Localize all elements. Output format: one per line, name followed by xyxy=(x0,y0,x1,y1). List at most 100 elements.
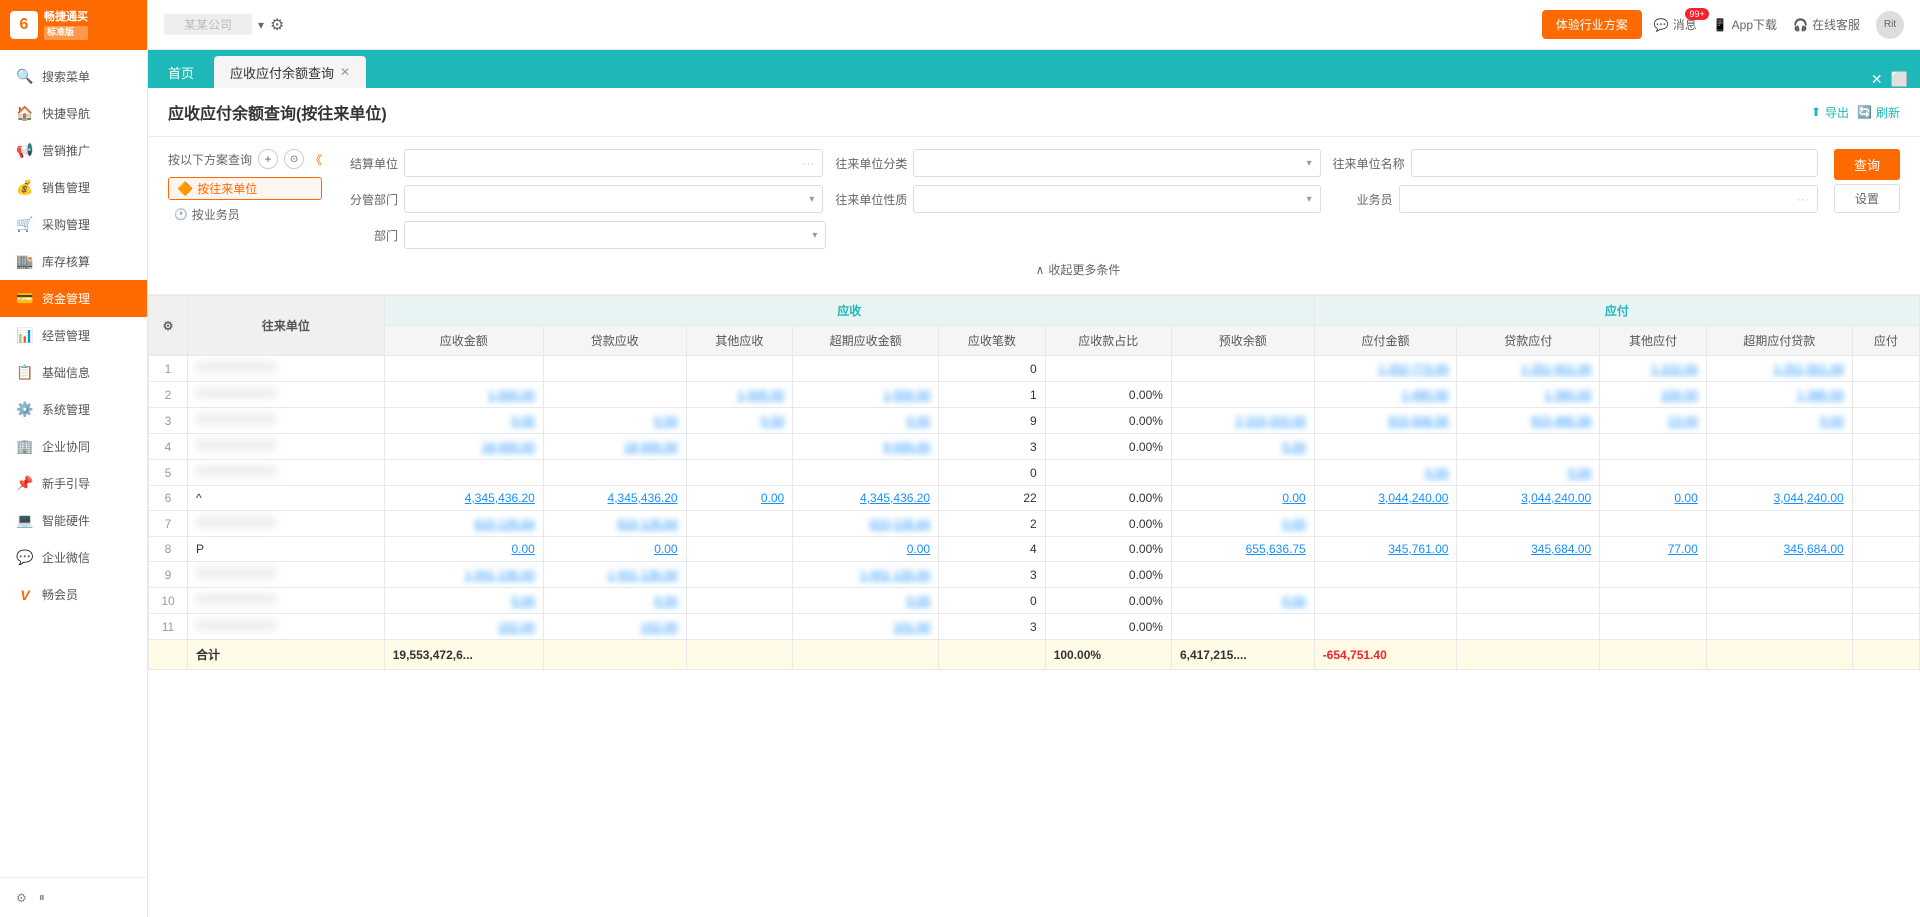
sidebar-item-label: 采购管理 xyxy=(42,216,90,233)
sidebar-item-guide[interactable]: 📌 新手引导 xyxy=(0,465,147,502)
dropdown-arrow-icon3: ▾ xyxy=(1307,194,1312,205)
message-btn[interactable]: 💬 消息 99+ xyxy=(1654,16,1697,33)
sidebar-item-member[interactable]: V 畅会员 xyxy=(0,576,147,613)
sidebar-item-label: 新手引导 xyxy=(42,475,90,492)
filter-field-unit-name: 往来单位名称 xyxy=(1333,149,1818,177)
unit-nature-input[interactable]: ▾ xyxy=(913,185,1320,213)
dept-input[interactable]: ▾ xyxy=(404,221,826,249)
table-row: 6^4,345,436.204,345,436.200.004,345,436.… xyxy=(149,486,1920,511)
filter-area: 按以下方案查询 + ⊙ 《 🔶 按往来单位 🕐 按业务员 xyxy=(148,137,1920,295)
sidebar-item-basic[interactable]: 📋 基础信息 xyxy=(0,354,147,391)
user-avatar[interactable]: Rit xyxy=(1876,11,1904,39)
sidebar-item-label: 智能硬件 xyxy=(42,512,90,529)
member-icon: V xyxy=(16,587,34,603)
sidebar-footer: ⚙ ⏸ xyxy=(0,877,147,917)
tab-home[interactable]: 首页 xyxy=(152,56,210,88)
filter-scheme-btn[interactable]: ⊙ xyxy=(284,149,304,169)
sidebar-item-nav[interactable]: 🏠 快捷导航 xyxy=(0,95,147,132)
refresh-icon: 🔄 xyxy=(1857,105,1872,119)
sidebar-item-hardware[interactable]: 💻 智能硬件 xyxy=(0,502,147,539)
sidebar-item-purchase[interactable]: 🛒 采购管理 xyxy=(0,206,147,243)
export-btn[interactable]: ⬆ 导出 xyxy=(1811,104,1849,121)
service-label: 在线客服 xyxy=(1812,16,1860,33)
sidebar-item-label: 系统管理 xyxy=(42,401,90,418)
export-icon: ⬆ xyxy=(1811,105,1821,119)
sidebar-item-search[interactable]: 🔍 搜索菜单 xyxy=(0,58,147,95)
company-dropdown-btn[interactable]: ▾ xyxy=(258,18,264,32)
operation-icon: 📊 xyxy=(16,327,34,344)
tab-maximize-btn[interactable]: ⬜ xyxy=(1891,71,1908,88)
tab-ar-ap[interactable]: 应收应付余额查询 ✕ xyxy=(214,56,366,88)
header-breadcrumb: 某某公司 ▾ ⚙ xyxy=(164,14,1530,35)
filter-action-buttons: 查询 设置 xyxy=(1834,149,1900,213)
sidebar-item-label: 企业协同 xyxy=(42,438,90,455)
sidebar-item-operation[interactable]: 📊 经营管理 xyxy=(0,317,147,354)
sidebar-item-label: 销售管理 xyxy=(42,179,90,196)
sidebar-item-marketing[interactable]: 📢 营销推广 xyxy=(0,132,147,169)
table-row: 100.000.000.0000.00%0.00 xyxy=(149,588,1920,614)
filter-field-dept-manager: 分管部门 ▾ xyxy=(338,185,823,213)
th-ap-overdue: 超期应付贷款 xyxy=(1706,326,1852,356)
settings-button[interactable]: 设置 xyxy=(1834,184,1900,213)
sidebar-item-label: 经营管理 xyxy=(42,327,90,344)
dropdown-arrow-icon: ▾ xyxy=(1307,158,1312,169)
unit-category-input[interactable]: ▾ xyxy=(913,149,1320,177)
sidebar-item-sales[interactable]: 💰 销售管理 xyxy=(0,169,147,206)
sidebar-item-finance[interactable]: 💳 资金管理 xyxy=(0,280,147,317)
service-icon: 🎧 xyxy=(1793,18,1808,32)
tab-ar-ap-label: 应收应付余额查询 xyxy=(230,63,334,82)
finance-icon: 💳 xyxy=(16,290,34,307)
tab-close-all-btn[interactable]: ✕ xyxy=(1871,71,1883,88)
filter-add-btn[interactable]: + xyxy=(258,149,278,169)
sidebar-item-label: 基础信息 xyxy=(42,364,90,381)
th-ar-overdue: 超期应收金额 xyxy=(793,326,939,356)
th-ap-suffix: 应付 xyxy=(1852,326,1919,356)
more-conditions-btn[interactable]: ∧ 收起更多条件 xyxy=(1032,257,1125,282)
app-download-btn[interactable]: 📱 App下载 xyxy=(1713,16,1777,33)
purchase-icon: 🛒 xyxy=(16,216,34,233)
salesperson-input[interactable]: ··· xyxy=(1399,185,1818,213)
sidebar-item-system[interactable]: ⚙️ 系统管理 xyxy=(0,391,147,428)
promo-button[interactable]: 体验行业方案 xyxy=(1542,10,1642,39)
settlement-unit-input[interactable]: ··· xyxy=(404,149,823,177)
dept-manager-input[interactable]: ▾ xyxy=(404,185,823,213)
table-row: 500.000.00 xyxy=(149,460,1920,486)
app-logo: 6 畅捷通买 标准版 xyxy=(0,0,147,50)
sidebar-item-wechat[interactable]: 💬 企业微信 xyxy=(0,539,147,576)
sidebar-item-label: 畅会员 xyxy=(42,586,78,603)
sidebar-item-inventory[interactable]: 🏬 库存核算 xyxy=(0,243,147,280)
scheme-by-staff[interactable]: 🕐 按业务员 xyxy=(168,204,322,225)
filter-collapse-btn[interactable]: 《 xyxy=(310,151,322,168)
sidebar-item-label: 资金管理 xyxy=(42,290,90,307)
table-row: 101,252,773.001,251,551.001,222.001,251,… xyxy=(149,356,1920,382)
tab-bar-actions: ✕ ⬜ xyxy=(1871,71,1920,88)
table-row: 7810,126.64810,126.64810,126.6420.00%0.0… xyxy=(149,511,1920,537)
th-ar-count: 应收笔数 xyxy=(939,326,1046,356)
header-settings-btn[interactable]: ⚙ xyxy=(270,15,284,35)
table-row: 418,000.0018,000.009,000.0030.00%0.00 xyxy=(149,434,1920,460)
wechat-icon: 💬 xyxy=(16,549,34,566)
filter-field-dept: 部门 ▾ xyxy=(338,221,826,249)
online-service-btn[interactable]: 🎧 在线客服 xyxy=(1793,16,1860,33)
th-ap-other: 其他应付 xyxy=(1600,326,1707,356)
th-ar-loan: 贷款应收 xyxy=(543,326,686,356)
table-row: 8P0.000.000.0040.00%655,636.75345,761.00… xyxy=(149,537,1920,562)
table-row: 91,001,135.001,001,135.001,001,135.0030.… xyxy=(149,562,1920,588)
refresh-btn[interactable]: 🔄 刷新 xyxy=(1857,104,1900,121)
tab-close-btn[interactable]: ✕ xyxy=(340,65,350,79)
message-icon: 💬 xyxy=(1654,18,1669,32)
th-ar-group: 应收 xyxy=(384,296,1314,326)
table-settings-gear[interactable]: ⚙ xyxy=(157,315,179,337)
table-area: ⚙ 往来单位 应收 应付 应收金额 贷款应收 其他应收 超期应收金额 应收笔数 … xyxy=(148,295,1920,917)
sidebar-item-enterprise[interactable]: 🏢 企业协同 xyxy=(0,428,147,465)
app-label: App下载 xyxy=(1732,16,1777,33)
query-button[interactable]: 查询 xyxy=(1834,149,1900,180)
header-right: 💬 消息 99+ 📱 App下载 🎧 在线客服 Rit xyxy=(1654,11,1904,39)
scheme-selector: 按以下方案查询 + ⊙ 《 🔶 按往来单位 🕐 按业务员 xyxy=(168,149,322,225)
scheme-by-unit[interactable]: 🔶 按往来单位 xyxy=(168,177,322,200)
sidebar-collapse-icon[interactable]: ⏸ xyxy=(39,890,45,905)
unit-name-input[interactable] xyxy=(1411,149,1818,177)
table-row: 30.000.000.000.0090.00%2,153,333.00915,5… xyxy=(149,408,1920,434)
sidebar-settings-icon[interactable]: ⚙ xyxy=(16,891,27,905)
logo-text: 畅捷通买 标准版 xyxy=(44,10,88,40)
